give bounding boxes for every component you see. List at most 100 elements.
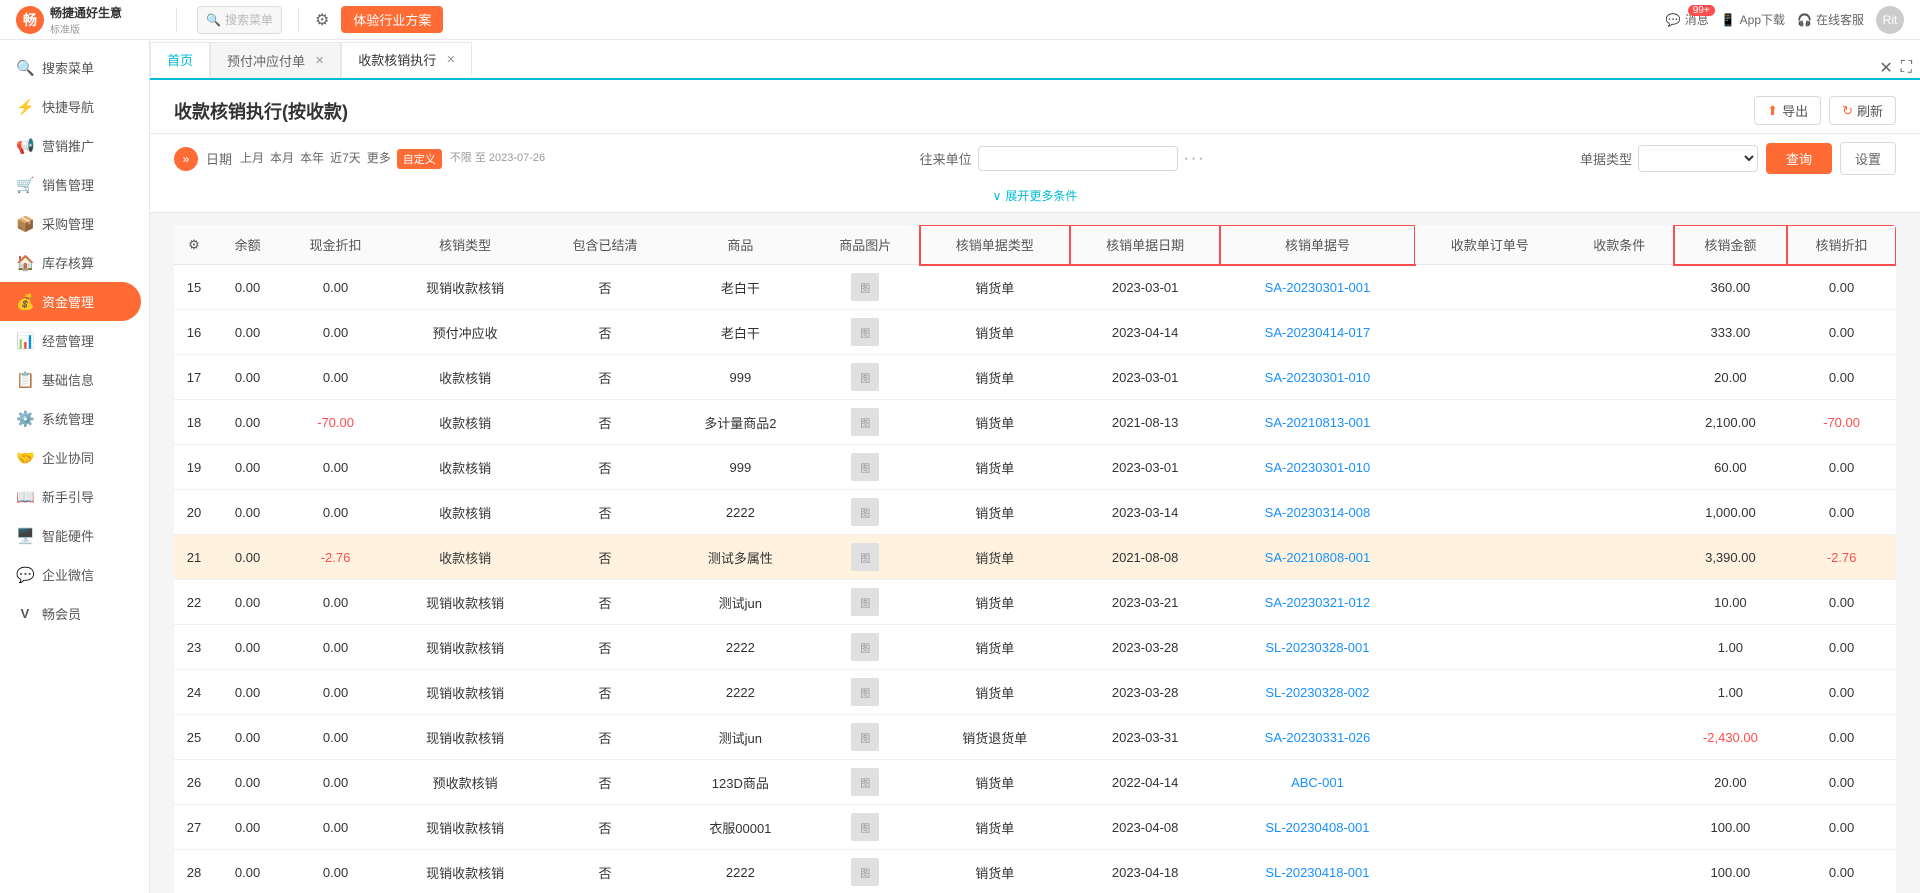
date-this-month[interactable]: 本月 bbox=[270, 149, 294, 169]
tab-home[interactable]: 首页 bbox=[150, 42, 210, 78]
cell-goods: 2222 bbox=[670, 850, 811, 893]
bill-no-link[interactable]: SA-20230314-008 bbox=[1265, 505, 1371, 520]
sidebar-item-finance[interactable]: 💰 资金管理 bbox=[0, 282, 141, 321]
date-this-year[interactable]: 本年 bbox=[300, 149, 324, 169]
refresh-button[interactable]: ↻ 刷新 bbox=[1829, 96, 1896, 125]
bill-no-link[interactable]: ABC-001 bbox=[1291, 775, 1344, 790]
sidebar-item-system[interactable]: ⚙️ 系统管理 bbox=[0, 399, 149, 438]
cell-img: 图 bbox=[811, 805, 920, 850]
cell-bill-date: 2023-03-28 bbox=[1070, 625, 1220, 670]
cell-bill-no[interactable]: SA-20230414-017 bbox=[1220, 310, 1414, 355]
industry-btn[interactable]: 体验行业方案 bbox=[341, 6, 443, 33]
sidebar-item-hardware[interactable]: 🖥️ 智能硬件 bbox=[0, 516, 149, 555]
cell-id: 17 bbox=[174, 355, 214, 400]
bill-no-link[interactable]: SA-20230331-026 bbox=[1265, 730, 1371, 745]
date-custom[interactable]: 自定义 bbox=[397, 149, 442, 169]
date-last-month[interactable]: 上月 bbox=[240, 149, 264, 169]
bill-no-link[interactable]: SA-20230301-001 bbox=[1265, 280, 1371, 295]
cell-bill-no[interactable]: ABC-001 bbox=[1220, 760, 1414, 805]
cell-bill-no[interactable]: SA-20230331-026 bbox=[1220, 715, 1414, 760]
cell-bill-no[interactable]: SL-20230418-001 bbox=[1220, 850, 1414, 893]
sidebar-item-marketing[interactable]: 📢 营销推广 bbox=[0, 126, 149, 165]
sidebar-item-basic[interactable]: 📋 基础信息 bbox=[0, 360, 149, 399]
app-download-action[interactable]: 📱 App下载 bbox=[1721, 11, 1785, 28]
tab-expand-icon[interactable]: ⛶ bbox=[1901, 59, 1912, 77]
cell-img: 图 bbox=[811, 310, 920, 355]
date-more[interactable]: 更多 bbox=[367, 149, 391, 169]
cell-order-no bbox=[1415, 445, 1565, 490]
table-row: 190.000.00收款核销否999图销货单2023-03-01SA-20230… bbox=[174, 445, 1896, 490]
avatar[interactable]: Rit bbox=[1876, 6, 1904, 34]
voucher-type-field: 单据类型 bbox=[1580, 145, 1758, 172]
cell-id: 22 bbox=[174, 580, 214, 625]
message-icon: 💬 bbox=[1666, 13, 1681, 27]
cell-writeoff-discount: 0.00 bbox=[1787, 850, 1896, 893]
settings-button[interactable]: 设置 bbox=[1840, 142, 1896, 175]
sidebar-item-sales[interactable]: 🛒 销售管理 bbox=[0, 165, 149, 204]
bill-no-link[interactable]: SA-20230321-012 bbox=[1265, 595, 1371, 610]
sidebar-item-management[interactable]: 📊 经营管理 bbox=[0, 321, 149, 360]
sidebar-item-member[interactable]: V 畅会员 bbox=[0, 594, 149, 633]
cell-discount: 0.00 bbox=[281, 445, 390, 490]
counterpart-input[interactable] bbox=[978, 146, 1178, 171]
tab-close-all-icon[interactable]: ✕ bbox=[1879, 58, 1892, 78]
cell-bill-no[interactable]: SL-20230328-002 bbox=[1220, 670, 1414, 715]
bill-no-link[interactable]: SL-20230328-001 bbox=[1265, 640, 1369, 655]
cell-bill-date: 2023-04-08 bbox=[1070, 805, 1220, 850]
cell-bill-no[interactable]: SL-20230328-001 bbox=[1220, 625, 1414, 670]
filter-expand-btn[interactable]: » bbox=[174, 147, 198, 171]
query-button[interactable]: 查询 bbox=[1766, 143, 1832, 174]
tab-writeoff-close[interactable]: ✕ bbox=[446, 53, 455, 66]
bill-no-link[interactable]: SA-20210813-001 bbox=[1265, 415, 1371, 430]
cell-bill-no[interactable]: SA-20230301-010 bbox=[1220, 445, 1414, 490]
message-action[interactable]: 💬 消息 99+ bbox=[1666, 11, 1709, 28]
tab-prepay[interactable]: 预付冲应付单 ✕ bbox=[210, 42, 341, 78]
sidebar-label-member: 畅会员 bbox=[42, 604, 81, 623]
cell-bill-type: 销货单 bbox=[920, 535, 1070, 580]
sidebar-item-quicknav[interactable]: ⚡ 快捷导航 bbox=[0, 87, 149, 126]
tab-bar-actions: ✕ ⛶ bbox=[1871, 58, 1920, 78]
cell-settled: 否 bbox=[540, 355, 670, 400]
settings-icon[interactable]: ⚙ bbox=[315, 10, 329, 30]
sidebar-item-inventory[interactable]: 🏠 库存核算 bbox=[0, 243, 149, 282]
col-bill-no: 核销单据号 bbox=[1220, 225, 1414, 265]
col-goods: 商品 bbox=[670, 225, 811, 265]
col-settings[interactable]: ⚙ bbox=[174, 225, 214, 265]
export-button[interactable]: ⬆ 导出 bbox=[1754, 96, 1821, 125]
cell-bill-no[interactable]: SA-20230301-010 bbox=[1220, 355, 1414, 400]
bill-no-link[interactable]: SL-20230328-002 bbox=[1265, 685, 1369, 700]
cell-bill-no[interactable]: SA-20230314-008 bbox=[1220, 490, 1414, 535]
bill-no-link[interactable]: SA-20230301-010 bbox=[1265, 370, 1371, 385]
bill-no-link[interactable]: SA-20210808-001 bbox=[1265, 550, 1371, 565]
voucher-type-select[interactable] bbox=[1638, 145, 1758, 172]
cell-bill-no[interactable]: SA-20230321-012 bbox=[1220, 580, 1414, 625]
date-7days[interactable]: 近7天 bbox=[330, 149, 361, 169]
expand-more-btn[interactable]: ∨ 展开更多条件 bbox=[993, 187, 1078, 204]
sidebar-item-purchase[interactable]: 📦 采购管理 bbox=[0, 204, 149, 243]
cell-discount: 0.00 bbox=[281, 355, 390, 400]
cell-bill-no[interactable]: SA-20230301-001 bbox=[1220, 265, 1414, 310]
tab-writeoff[interactable]: 收款核销执行 ✕ bbox=[341, 42, 472, 78]
wechat-icon: 💬 bbox=[16, 566, 34, 584]
sidebar-label-management: 经营管理 bbox=[42, 331, 94, 350]
sidebar-item-guide[interactable]: 📖 新手引导 bbox=[0, 477, 149, 516]
search-box[interactable]: 🔍 搜索菜单 bbox=[197, 6, 282, 34]
bill-no-link[interactable]: SL-20230418-001 bbox=[1265, 865, 1369, 880]
online-service-action[interactable]: 🎧 在线客服 bbox=[1797, 11, 1864, 28]
bill-no-link[interactable]: SA-20230414-017 bbox=[1265, 325, 1371, 340]
sidebar-item-wechat[interactable]: 💬 企业微信 bbox=[0, 555, 149, 594]
cell-goods: 999 bbox=[670, 445, 811, 490]
cell-bill-no[interactable]: SL-20230408-001 bbox=[1220, 805, 1414, 850]
cell-bill-date: 2022-04-14 bbox=[1070, 760, 1220, 805]
sidebar-item-search[interactable]: 🔍 搜索菜单 bbox=[0, 48, 149, 87]
table-container: ⚙ 余额 现金折扣 核销类型 包含已结清 商品 商品图片 核销单据类型 核销单据… bbox=[174, 225, 1896, 893]
bill-no-link[interactable]: SA-20230301-010 bbox=[1265, 460, 1371, 475]
cell-bill-no[interactable]: SA-20210813-001 bbox=[1220, 400, 1414, 445]
cell-bill-type: 销货单 bbox=[920, 760, 1070, 805]
headset-icon: 🎧 bbox=[1797, 13, 1812, 27]
cell-bill-no[interactable]: SA-20210808-001 bbox=[1220, 535, 1414, 580]
tab-home-label: 首页 bbox=[167, 50, 193, 69]
sidebar-item-collab[interactable]: 🤝 企业协同 bbox=[0, 438, 149, 477]
bill-no-link[interactable]: SL-20230408-001 bbox=[1265, 820, 1369, 835]
tab-prepay-close[interactable]: ✕ bbox=[315, 54, 324, 67]
